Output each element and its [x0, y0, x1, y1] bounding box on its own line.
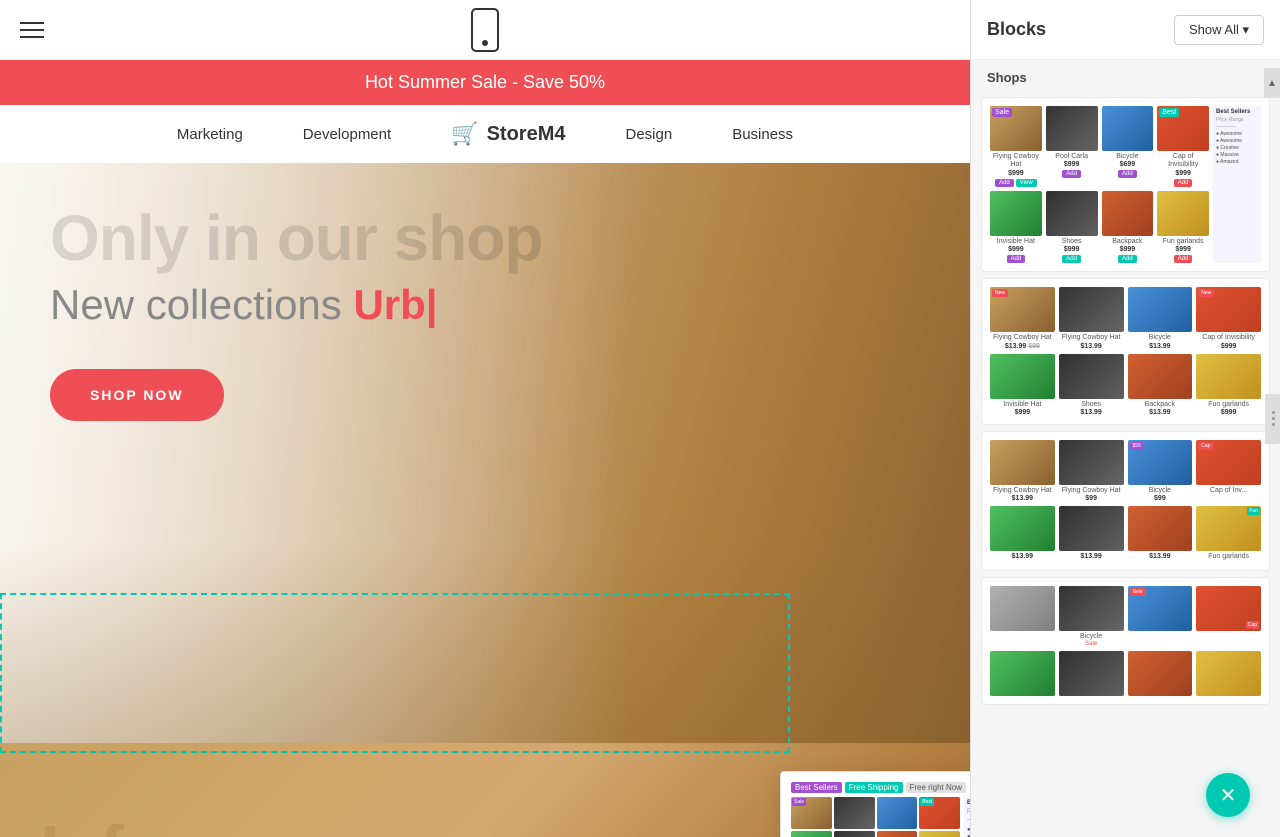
hamburger-menu[interactable] — [20, 22, 44, 38]
block-product-img — [990, 586, 1055, 631]
show-all-button[interactable]: Show All ▾ — [1174, 15, 1264, 45]
block-card-4[interactable]: Bicycle Sale New Cap — [981, 577, 1270, 705]
block-product-img — [990, 651, 1055, 696]
main-nav: Marketing Development 🛒 StoreM4 Design B… — [0, 105, 970, 163]
shop-preview-floating: Best Sellers Free Shipping Free right No… — [780, 771, 970, 837]
block-product-img: New — [1196, 287, 1261, 332]
block-product-img — [1128, 506, 1193, 551]
main-area: Hot Summer Sale - Save 50% Marketing Dev… — [0, 0, 970, 837]
close-panel-button[interactable]: ✕ — [1206, 773, 1250, 817]
block-product-img — [1102, 191, 1154, 236]
block-product-img — [1059, 440, 1124, 485]
panel-header: Blocks Show All ▾ — [971, 0, 1280, 60]
block-product-img: Cap — [1196, 440, 1261, 485]
block-card-1[interactable]: Sale Flying Cowboy Hat $999 Add View Poo — [981, 97, 1270, 272]
add-to-cart-mini[interactable]: Add — [1007, 255, 1026, 263]
add-to-cart-mini[interactable]: Add — [1118, 170, 1137, 178]
block-product-img — [1046, 106, 1098, 151]
block-product-img — [1046, 191, 1098, 236]
cart-icon: 🛒 — [451, 121, 478, 147]
block-product-img — [1059, 586, 1124, 631]
block-product-img — [1157, 191, 1209, 236]
hero-content: Only in our shop New collections Urb| SH… — [0, 163, 970, 461]
toolbar — [0, 0, 970, 60]
block-product-img: Cap — [1196, 586, 1261, 631]
shop-now-button[interactable]: SHOP NOW — [50, 369, 224, 421]
add-to-cart-mini[interactable]: Add — [1118, 255, 1137, 263]
block-product-img: New — [990, 287, 1055, 332]
nav-marketing[interactable]: Marketing — [177, 126, 243, 143]
hero-subtitle-text: New collections — [50, 281, 342, 328]
add-to-cart-mini[interactable]: Add — [1174, 179, 1193, 187]
block-product-img — [1128, 287, 1193, 332]
block-product-img — [990, 191, 1042, 236]
hero-title: Only in our shop — [50, 203, 920, 273]
block-product-img — [990, 354, 1055, 399]
add-to-cart-mini[interactable]: Add — [995, 179, 1014, 187]
block-product-img — [1196, 354, 1261, 399]
block-product-img — [1059, 354, 1124, 399]
panel-expand-handle[interactable] — [1265, 394, 1280, 444]
logo-text: StoreM4 — [487, 123, 566, 146]
block-product-img — [1059, 287, 1124, 332]
close-icon: ✕ — [1220, 783, 1237, 808]
block-card-2[interactable]: New Flying Cowboy Hat $13.99 $99 Flying … — [981, 278, 1270, 425]
block-product-img — [1128, 354, 1193, 399]
sale-banner-text: Hot Summer Sale - Save 50% — [365, 72, 605, 92]
hero-subtitle: New collections Urb| — [50, 281, 920, 329]
block-product-img — [1128, 651, 1193, 696]
block-product-img — [990, 440, 1055, 485]
block-product-img — [1102, 106, 1154, 151]
right-panel: Blocks Show All ▾ ▲ Shops Sale Flying Co… — [970, 0, 1280, 837]
panel-title: Blocks — [987, 19, 1046, 40]
shops-section-label: Shops — [971, 60, 1280, 91]
add-to-cart-mini[interactable]: Add — [1062, 255, 1081, 263]
nav-development[interactable]: Development — [303, 126, 391, 143]
block-product-img: Sale — [990, 106, 1042, 151]
hero-grass — [0, 543, 970, 743]
block-product-img: Best — [1157, 106, 1209, 151]
block-product-img — [1196, 651, 1261, 696]
nav-business[interactable]: Business — [732, 126, 793, 143]
handle-dots — [1272, 411, 1275, 426]
block-product-img: Fun — [1196, 506, 1261, 551]
blocks-scroll-area[interactable]: Sale Flying Cowboy Hat $999 Add View Poo — [971, 91, 1280, 837]
bottom-text: Infuse — [40, 811, 240, 837]
sale-banner: Hot Summer Sale - Save 50% — [0, 60, 970, 105]
block-product-img — [990, 506, 1055, 551]
hero-section: Only in our shop New collections Urb| SH… — [0, 163, 970, 743]
view-mini[interactable]: View — [1016, 179, 1037, 187]
phone-preview-icon — [471, 8, 499, 52]
add-to-cart-mini[interactable]: Add — [1174, 255, 1193, 263]
add-to-cart-mini[interactable]: Add — [1062, 170, 1081, 178]
block-product-img: $99 — [1128, 440, 1193, 485]
block-product-img: New — [1128, 586, 1193, 631]
nav-logo: 🛒 StoreM4 — [451, 121, 565, 147]
hero-subtitle-accent: Urb| — [353, 281, 437, 328]
block-product-img — [1059, 651, 1124, 696]
block-card-3[interactable]: Flying Cowboy Hat $13.99 Flying Cowboy H… — [981, 431, 1270, 571]
scroll-up-button[interactable]: ▲ — [1264, 68, 1280, 98]
block-product-img — [1059, 506, 1124, 551]
nav-design[interactable]: Design — [625, 126, 672, 143]
